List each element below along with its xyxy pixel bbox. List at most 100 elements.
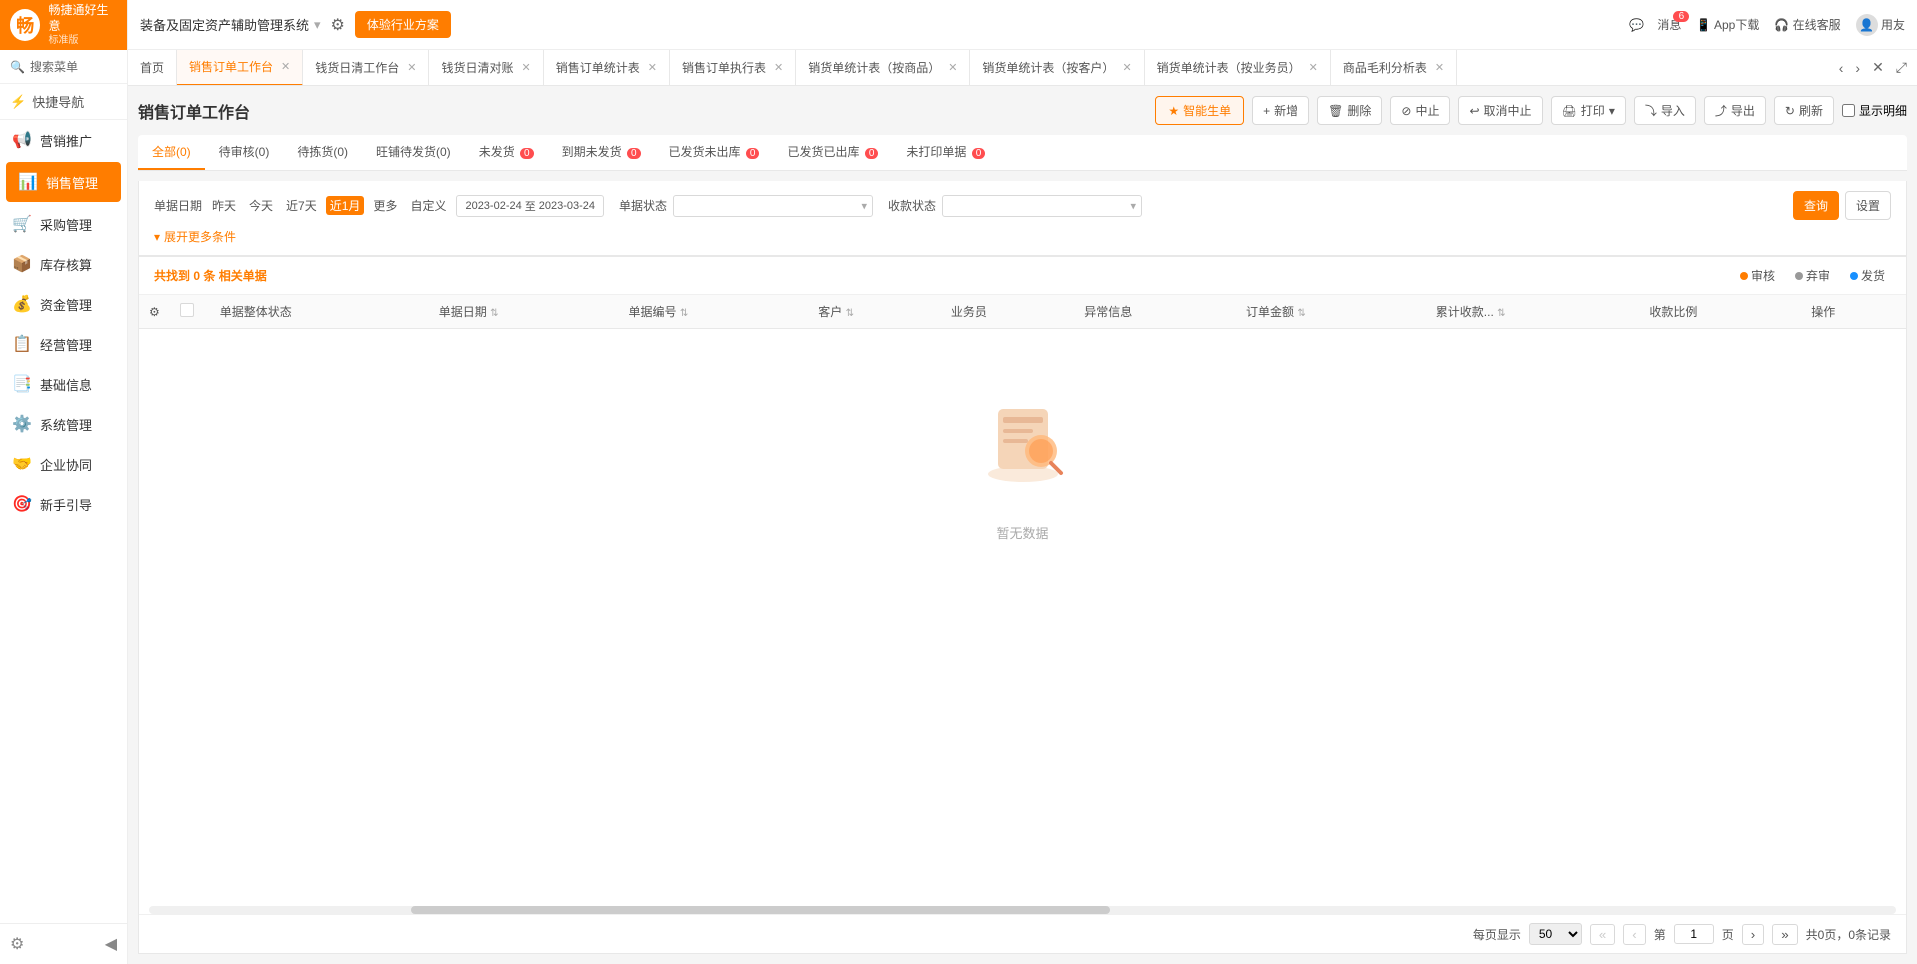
sidebar-item-purchase[interactable]: 🛒 采购管理 <box>0 204 127 244</box>
filter-tab-not-shipped[interactable]: 未发货 0 <box>465 135 548 170</box>
delete-button[interactable]: 🗑 删除 <box>1317 96 1382 125</box>
settings-icon[interactable]: ⚙ <box>10 934 24 954</box>
sidebar-search[interactable]: 🔍 搜索菜单 <box>0 50 127 84</box>
sidebar-item-sales[interactable]: 📊 销售管理 <box>6 162 121 202</box>
tab-sales-stats-customer[interactable]: 销货单统计表（按客户） ✕ <box>970 50 1144 86</box>
shortcut-more[interactable]: 更多 <box>369 196 401 215</box>
filter-tab-all[interactable]: 全部(0) <box>138 135 205 170</box>
gear-icon[interactable]: ⚙ <box>331 15 345 35</box>
expand-conditions-button[interactable]: ▾ 展开更多条件 <box>154 228 1891 245</box>
solution-button[interactable]: 体验行业方案 <box>355 11 451 38</box>
tab-sales-stats[interactable]: 销售订单统计表 ✕ <box>544 50 670 86</box>
tab-close-stats-product[interactable]: ✕ <box>948 61 957 74</box>
shortcut-yesterday[interactable]: 昨天 <box>208 196 240 215</box>
query-button[interactable]: 查询 <box>1793 191 1839 220</box>
dropdown-icon[interactable]: ▾ <box>314 17 321 33</box>
sidebar-item-basic[interactable]: 📑 基础信息 <box>0 364 127 404</box>
tab-product-margin[interactable]: 商品毛利分析表 ✕ <box>1331 50 1457 86</box>
sidebar-item-marketing[interactable]: 📢 营销推广 <box>0 120 127 160</box>
filter-tab-shipped-not-out[interactable]: 已发货未出库 0 <box>655 135 774 170</box>
tab-sales-stats-staff[interactable]: 销货单统计表（按业务员） ✕ <box>1145 50 1331 86</box>
app-download[interactable]: 📱 App下载 <box>1696 16 1759 33</box>
online-service[interactable]: 🎧 在线客服 <box>1774 16 1840 33</box>
filter-tab-shipped-out[interactable]: 已发货已出库 0 <box>773 135 892 170</box>
sidebar-item-operations[interactable]: 📋 经营管理 <box>0 324 127 364</box>
payment-select[interactable] <box>942 195 1142 217</box>
tab-close-stats-staff[interactable]: ✕ <box>1309 61 1318 74</box>
tab-close-cash-daily[interactable]: ✕ <box>407 61 416 74</box>
last-page-btn[interactable]: » <box>1772 924 1797 945</box>
shortcut-today[interactable]: 今天 <box>245 196 277 215</box>
th-date[interactable]: 单据日期 ⇅ <box>429 295 619 329</box>
settings-button[interactable]: 设置 <box>1845 191 1891 220</box>
tab-prev-btn[interactable]: ‹ <box>1834 58 1849 78</box>
select-all-checkbox[interactable] <box>180 303 194 317</box>
detail-checkbox-input[interactable] <box>1842 104 1855 117</box>
page-size-select[interactable]: 50 20 100 <box>1529 923 1582 945</box>
cancel-review-btn[interactable]: 弃审 <box>1789 265 1836 286</box>
tab-close-stats-customer[interactable]: ✕ <box>1122 61 1131 74</box>
tab-close-sales-exec[interactable]: ✕ <box>774 61 783 74</box>
th-amount[interactable]: 订单金额 ⇅ <box>1236 295 1426 329</box>
tab-cash-daily[interactable]: 钱货日清工作台 ✕ <box>303 50 429 86</box>
tab-close-sales-stats[interactable]: ✕ <box>648 61 657 74</box>
sidebar-item-finance[interactable]: 💰 资金管理 <box>0 284 127 324</box>
tab-next-btn[interactable]: › <box>1850 58 1865 78</box>
user-menu[interactable]: 👤 用友 <box>1856 14 1905 36</box>
print-button[interactable]: 🖨 打印 ▾ <box>1551 96 1626 125</box>
filter-tab-expired[interactable]: 到期未发货 0 <box>548 135 655 170</box>
tab-close-all-btn[interactable]: ✕ <box>1867 57 1889 78</box>
th-collected[interactable]: 累计收款... ⇅ <box>1426 295 1640 329</box>
table-gear-icon[interactable]: ⚙ <box>149 305 160 319</box>
th-number[interactable]: 单据编号 ⇅ <box>618 295 808 329</box>
tab-maximize-btn[interactable]: ⤢ <box>1891 57 1912 78</box>
filter-tab-pending-review[interactable]: 待审核(0) <box>205 135 284 170</box>
horizontal-scrollbar[interactable] <box>149 906 1896 914</box>
tab-close-cash-reconcile[interactable]: ✕ <box>522 61 531 74</box>
sidebar-item-enterprise[interactable]: 🤝 企业协同 <box>0 444 127 484</box>
filter-tab-wangpu[interactable]: 旺铺待发货(0) <box>362 135 465 170</box>
tab-sales-exec[interactable]: 销售订单执行表 ✕ <box>670 50 796 86</box>
tab-sales-order-workbench[interactable]: 销售订单工作台 ✕ <box>177 50 303 86</box>
review-btn[interactable]: 审核 <box>1734 265 1781 286</box>
tab-cash-reconcile[interactable]: 钱货日清对账 ✕ <box>429 50 543 86</box>
th-settings: ⚙ <box>139 295 170 329</box>
import-button[interactable]: ⤵ 导入 <box>1634 96 1696 125</box>
filter-tab-pending-pick[interactable]: 待拣货(0) <box>283 135 362 170</box>
next-page-btn[interactable]: › <box>1742 924 1764 945</box>
tab-cash-daily-label: 钱货日清工作台 <box>315 59 399 76</box>
ship-btn[interactable]: 发货 <box>1844 265 1891 286</box>
status-select[interactable] <box>673 195 873 217</box>
prev-page-btn[interactable]: ‹ <box>1623 924 1645 945</box>
smart-create-button[interactable]: ★ 智能生单 <box>1155 96 1244 125</box>
stop-button[interactable]: ⊘ 中止 <box>1390 96 1450 125</box>
scrollbar-thumb[interactable] <box>411 906 1110 914</box>
message-badge[interactable]: 💬 6 消息 <box>1629 16 1681 33</box>
cancel-stop-button[interactable]: ↩ 取消中止 <box>1458 96 1542 125</box>
shortcut-1month[interactable]: 近1月 <box>326 196 365 215</box>
sidebar-item-guide[interactable]: 🎯 新手引导 <box>0 484 127 524</box>
page-input[interactable] <box>1674 924 1714 944</box>
main-content: 装备及固定资产辅助管理系统 ▾ ⚙ 体验行业方案 💬 6 消息 📱 App下载 … <box>128 0 1917 964</box>
date-input[interactable]: 2023-02-24 至 2023-03-24 <box>456 195 604 217</box>
export-button[interactable]: ⤴ 导出 <box>1704 96 1766 125</box>
tab-close-sales-order[interactable]: ✕ <box>281 60 290 73</box>
tab-home[interactable]: 首页 <box>128 50 177 86</box>
sidebar-item-system[interactable]: ⚙️ 系统管理 <box>0 404 127 444</box>
print-dropdown-icon[interactable]: ▾ <box>1609 104 1615 118</box>
shortcut-7days[interactable]: 近7天 <box>282 196 321 215</box>
th-checkbox[interactable] <box>170 295 210 329</box>
show-detail-checkbox[interactable]: 显示明细 <box>1842 102 1907 119</box>
tab-close-margin[interactable]: ✕ <box>1435 61 1444 74</box>
tab-sales-stats-product[interactable]: 销货单统计表（按商品） ✕ <box>796 50 970 86</box>
add-button[interactable]: + 新增 <box>1252 96 1309 125</box>
first-page-btn[interactable]: « <box>1590 924 1615 945</box>
sidebar-item-quick-nav[interactable]: ⚡ 快捷导航 <box>0 84 127 120</box>
refresh-button[interactable]: ↻ 刷新 <box>1774 96 1834 125</box>
filter-tab-not-printed[interactable]: 未打印单据 0 <box>892 135 999 170</box>
logo-text: 畅捷通好生意 标准版 <box>48 3 117 47</box>
shortcut-custom[interactable]: 自定义 <box>406 196 450 215</box>
collapse-icon[interactable]: ◀ <box>105 934 117 954</box>
th-customer[interactable]: 客户 ⇅ <box>808 295 941 329</box>
sidebar-item-inventory[interactable]: 📦 库存核算 <box>0 244 127 284</box>
